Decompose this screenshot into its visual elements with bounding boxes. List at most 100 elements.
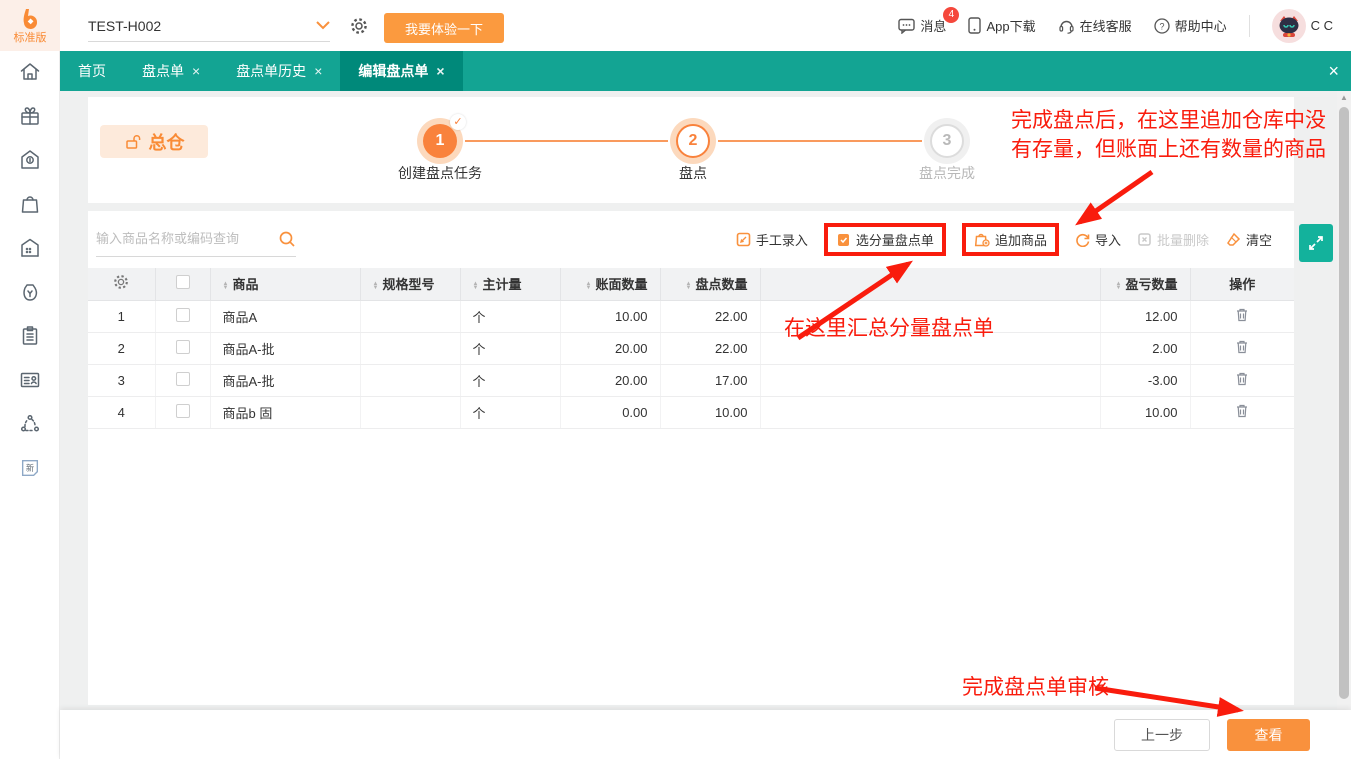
view-button[interactable]: 查看 — [1227, 718, 1310, 751]
tab-inventory-sheet[interactable]: 盘点单 × — [124, 51, 218, 91]
help-icon: ? — [1153, 17, 1170, 34]
sidebar-item-whats-new[interactable]: 新 — [18, 456, 42, 480]
append-goods-button[interactable]: 追加商品 — [974, 230, 1047, 249]
col-book-qty: 账面数量 — [595, 277, 648, 293]
step-3-circle: 3 — [930, 124, 964, 158]
column-settings-icon[interactable] — [113, 274, 129, 290]
warehouse-badge-label: 总仓 — [148, 132, 185, 153]
tab-close-icon[interactable]: × — [314, 63, 322, 79]
tab-home[interactable]: 首页 — [60, 51, 124, 91]
sidebar-item-store[interactable] — [18, 148, 42, 172]
product-search-input[interactable] — [96, 231, 278, 246]
delete-row-icon[interactable] — [1235, 307, 1249, 322]
row-checkbox[interactable] — [175, 403, 190, 418]
vertical-scrollbar[interactable]: ▲ — [1337, 91, 1351, 710]
select-partial-sheet-highlight-box: 选分量盘点单 — [823, 222, 946, 256]
select-partial-sheet-button[interactable]: 选分量盘点单 — [836, 230, 934, 249]
import-button[interactable]: 导入 — [1075, 230, 1121, 249]
close-all-icon[interactable]: × — [1328, 51, 1339, 91]
svg-text:新: 新 — [25, 463, 33, 473]
avatar — [1271, 8, 1306, 43]
delete-row-icon[interactable] — [1235, 339, 1249, 354]
step-1: 1 ✓ — [417, 114, 466, 164]
app-download-menu[interactable]: App下载 — [968, 16, 1036, 35]
row-checkbox[interactable] — [175, 339, 190, 354]
step-1-label: 创建盘点任务 — [398, 165, 482, 181]
sidebar-item-warehouse[interactable] — [18, 236, 42, 260]
prev-step-button[interactable]: 上一步 — [1114, 718, 1210, 751]
scroll-up-icon[interactable]: ▲ — [1337, 93, 1351, 102]
fullscreen-button[interactable] — [1299, 224, 1333, 262]
help-center-label: 帮助中心 — [1174, 19, 1227, 34]
spec-cell — [360, 364, 461, 397]
scrollbar-thumb[interactable] — [1339, 107, 1349, 699]
counted-qty-cell: 17.00 — [660, 364, 761, 397]
step-2-circle: 2 — [676, 124, 710, 158]
clipboard-icon — [22, 326, 37, 345]
tab-edit-inventory-sheet[interactable]: 编辑盘点单 × — [340, 51, 463, 91]
select-partial-sheet-label: 选分量盘点单 — [855, 232, 934, 248]
sort-icon[interactable]: ▲ ▼ — [686, 281, 692, 291]
help-center-menu[interactable]: ? 帮助中心 — [1153, 16, 1227, 35]
import-label: 导入 — [1094, 232, 1121, 248]
sort-icon[interactable]: ▲ ▼ — [1116, 281, 1122, 291]
col-unit: 主计量 — [482, 277, 522, 293]
unlock-icon — [125, 134, 140, 149]
row-checkbox[interactable] — [175, 371, 190, 386]
step-connector — [465, 140, 668, 142]
tab-close-icon[interactable]: × — [436, 63, 444, 79]
sort-icon[interactable]: ▲ ▼ — [223, 281, 229, 291]
table-header-row: ▲ ▼ 商品 ▲ ▼ 规格型号 ▲ ▼ 主计量 ▲ ▼ 账面数量 ▲ ▼ 盘点数量 ▲ ▼ 盈亏数量 操… — [88, 268, 1294, 301]
col-spec: 规格型号 — [382, 277, 435, 293]
tab-inventory-history[interactable]: 盘点单历史 × — [218, 51, 340, 91]
sidebar-item-purchase[interactable] — [18, 192, 42, 216]
sort-icon[interactable]: ▲ ▼ — [586, 281, 592, 291]
settings-gear-icon[interactable] — [350, 17, 368, 40]
online-service-label: 在线客服 — [1079, 19, 1132, 34]
sort-icon[interactable]: ▲ ▼ — [473, 281, 479, 291]
counted-qty-cell: 10.00 — [660, 396, 761, 429]
sidebar-item-funds[interactable] — [18, 280, 42, 304]
batch-delete-button[interactable]: 批量删除 — [1137, 230, 1209, 249]
table-row: 3 商品A-批 个 20.00 17.00 -3.00 — [88, 364, 1294, 397]
search-icon[interactable] — [278, 230, 296, 248]
tab-close-icon[interactable]: × — [192, 63, 200, 79]
product-search — [96, 221, 296, 257]
messages-menu[interactable]: 消息 4 — [898, 7, 960, 35]
append-goods-highlight-box: 追加商品 — [961, 222, 1059, 256]
sidebar-item-contacts[interactable] — [18, 368, 42, 392]
sidebar-item-gift[interactable] — [18, 104, 42, 128]
delete-row-icon[interactable] — [1235, 371, 1249, 386]
sidebar-item-home[interactable] — [18, 60, 42, 84]
app-logo[interactable]: 标准版 — [0, 0, 60, 51]
manual-entry-button[interactable]: 手工录入 — [736, 230, 808, 249]
col-actions: 操作 — [1229, 277, 1256, 293]
row-checkbox[interactable] — [175, 307, 190, 322]
user-menu[interactable]: C C — [1271, 8, 1333, 43]
tabbar: 首页 盘点单 × 盘点单历史 × 编辑盘点单 × × — [60, 51, 1351, 91]
messages-badge: 4 — [943, 7, 960, 23]
step-3: 3 — [924, 118, 970, 164]
headset-icon — [1058, 20, 1074, 34]
delete-row-icon[interactable] — [1235, 403, 1249, 418]
sidebar-item-share[interactable] — [18, 412, 42, 436]
sidebar-item-documents[interactable] — [18, 324, 42, 348]
row-index: 1 — [88, 300, 156, 333]
book-qty-cell: 20.00 — [560, 332, 661, 365]
profit-loss-cell: 10.00 — [1100, 396, 1191, 429]
step-2: 2 — [670, 118, 716, 164]
clear-button[interactable]: 清空 — [1225, 230, 1272, 249]
book-qty-cell: 10.00 — [560, 300, 661, 333]
store-selector[interactable]: TEST-H002 — [88, 10, 330, 42]
book-qty-cell: 0.00 — [560, 396, 661, 429]
select-all-checkbox[interactable] — [175, 275, 190, 290]
experience-button[interactable]: 我要体验一下 — [384, 13, 504, 43]
store-selector-value: TEST-H002 — [88, 17, 162, 34]
online-service-menu[interactable]: 在线客服 — [1058, 16, 1132, 35]
sort-icon[interactable]: ▲ ▼ — [373, 281, 379, 291]
username: C C — [1310, 18, 1333, 33]
main-card: 手工录入 选分量盘点单 — [88, 211, 1294, 705]
spec-cell — [360, 300, 461, 333]
steps-card: 总仓 1 ✓ 2 3 创建盘点任务 盘点 盘点完成 — [88, 97, 1294, 203]
app-download-label: App下载 — [986, 19, 1036, 34]
